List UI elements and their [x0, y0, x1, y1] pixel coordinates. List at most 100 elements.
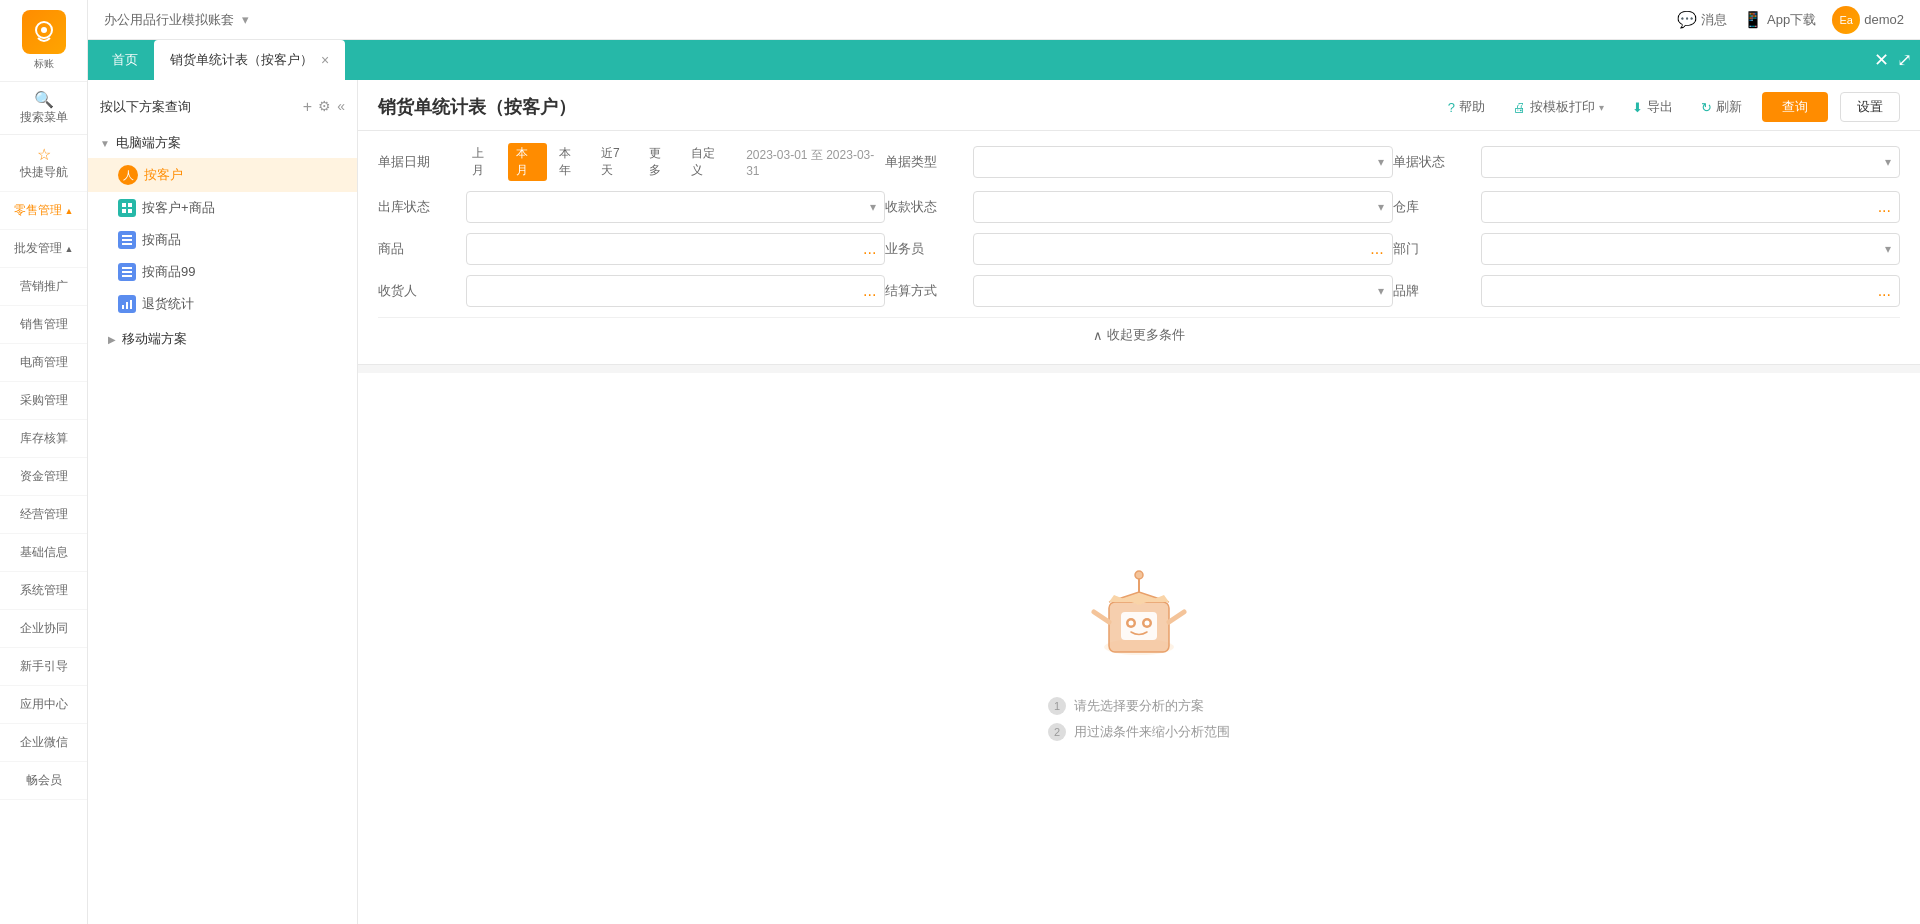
svg-line-26: [1169, 612, 1184, 622]
refresh-btn[interactable]: ↻ 刷新: [1693, 94, 1750, 120]
sidebar-shortcut[interactable]: ☆ 快捷导航: [0, 135, 87, 192]
logo-area: 标账: [0, 0, 87, 82]
last-7-days-btn[interactable]: 近7天: [595, 143, 637, 181]
salesperson-filter: 业务员 ...: [885, 233, 1392, 265]
goods-select[interactable]: ...: [466, 233, 885, 265]
warehouse-select[interactable]: ...: [1481, 191, 1900, 223]
warehouse-filter: 仓库 ...: [1393, 191, 1900, 223]
topbar-left: 办公用品行业模拟账套 ▾: [104, 11, 249, 29]
svg-point-1: [41, 27, 47, 33]
order-type-select[interactable]: ▾: [973, 146, 1392, 178]
order-status-select[interactable]: ▾: [1481, 146, 1900, 178]
salesperson-dots-icon[interactable]: ...: [1370, 240, 1383, 258]
svg-rect-14: [130, 300, 132, 309]
empty-tips: 1 请先选择要分析的方案 2 用过滤条件来缩小分析范围: [1048, 697, 1230, 741]
plan-item-by-customer-goods[interactable]: 按客户+商品: [88, 192, 357, 224]
brand-select[interactable]: ...: [1481, 275, 1900, 307]
this-month-btn[interactable]: 本月: [508, 143, 548, 181]
last-month-btn[interactable]: 上月: [466, 143, 502, 181]
sidebar-item-purchase[interactable]: 采购管理: [0, 382, 87, 420]
settings-plan-icon[interactable]: ⚙: [318, 98, 331, 116]
custom-date-btn[interactable]: 自定义: [685, 143, 732, 181]
tab-home[interactable]: 首页: [96, 40, 154, 80]
collapse-panel-icon[interactable]: «: [337, 98, 345, 116]
svg-rect-7: [122, 239, 132, 241]
sidebar-item-retail[interactable]: 零售管理 ▲: [0, 192, 87, 230]
help-btn[interactable]: ? 帮助: [1440, 94, 1493, 120]
sidebar-item-ecommerce[interactable]: 电商管理: [0, 344, 87, 382]
svg-point-21: [1129, 620, 1134, 625]
sidebar-item-apps[interactable]: 应用中心: [0, 686, 87, 724]
goods-dots-icon[interactable]: ...: [863, 240, 876, 258]
settlement-select[interactable]: ▾: [973, 275, 1392, 307]
sidebar-item-marketing[interactable]: 营销推广: [0, 268, 87, 306]
svg-rect-2: [122, 203, 126, 207]
dept-select[interactable]: ▾: [1481, 233, 1900, 265]
more-date-btn[interactable]: 更多: [643, 143, 679, 181]
mobile-group-title[interactable]: ▶ 移动端方案: [88, 324, 357, 354]
page-title: 销货单统计表（按客户）: [378, 95, 576, 119]
sidebar-item-member[interactable]: 畅会员: [0, 762, 87, 800]
brand-dots-icon[interactable]: ...: [1878, 282, 1891, 300]
sidebar-item-wechat[interactable]: 企业微信: [0, 724, 87, 762]
sidebar-item-guide[interactable]: 新手引导: [0, 648, 87, 686]
consignee-dots-icon[interactable]: ...: [863, 282, 876, 300]
user-menu[interactable]: Ea demo2: [1832, 6, 1904, 34]
sidebar-item-wholesale[interactable]: 批发管理 ▲: [0, 230, 87, 268]
tab-close-icon[interactable]: ×: [321, 52, 329, 68]
user-name: demo2: [1864, 12, 1904, 27]
settlement-label: 结算方式: [885, 282, 965, 300]
desktop-group-title[interactable]: ▼ 电脑端方案: [88, 128, 357, 158]
plan-item-by-customer[interactable]: 人 按客户: [88, 158, 357, 192]
consignee-select[interactable]: ...: [466, 275, 885, 307]
salesperson-label: 业务员: [885, 240, 965, 258]
svg-rect-9: [122, 267, 132, 269]
collapse-btn[interactable]: ∧ 收起更多条件: [378, 317, 1900, 352]
sidebar-item-cooperation[interactable]: 企业协同: [0, 610, 87, 648]
settings-btn[interactable]: 设置: [1840, 92, 1900, 122]
tip-num-1: 1: [1048, 697, 1066, 715]
order-type-filter: 单据类型 ▾: [885, 146, 1392, 178]
date-shortcuts: 上月 本月 本年 近7天 更多 自定义 2023-03-01 至 2023-03…: [466, 143, 885, 181]
sidebar-item-inventory[interactable]: 库存核算: [0, 420, 87, 458]
salesperson-select[interactable]: ...: [973, 233, 1392, 265]
sidebar-search[interactable]: 🔍 搜索菜单: [0, 82, 87, 135]
export-btn[interactable]: ⬇ 导出: [1624, 94, 1681, 120]
query-btn[interactable]: 查询: [1762, 92, 1828, 122]
filter-row-4: 收货人 ... 结算方式 ▾ 品牌: [378, 275, 1900, 307]
avatar: Ea: [1832, 6, 1860, 34]
industry-dropdown-icon[interactable]: ▾: [242, 12, 249, 27]
dept-filter: 部门 ▾: [1393, 233, 1900, 265]
add-plan-icon[interactable]: +: [303, 98, 312, 116]
order-status-label: 单据状态: [1393, 153, 1473, 171]
svg-rect-6: [122, 235, 132, 237]
filter-section: 单据日期 上月 本月 本年 近7天 更多 自定义 2023-03-01 至 20…: [358, 131, 1920, 365]
print-btn[interactable]: 🖨 按模板打印 ▾: [1505, 94, 1612, 120]
maximize-icon[interactable]: ⤢: [1897, 49, 1912, 71]
message-btn[interactable]: 💬 消息: [1677, 10, 1727, 29]
plan-item-by-goods[interactable]: 按商品: [88, 224, 357, 256]
empty-tip-1: 1 请先选择要分析的方案: [1048, 697, 1230, 715]
content: 按以下方案查询 + ⚙ « ▼ 电脑端方案 人 按客户: [88, 80, 1920, 924]
plan-item-by-goods-99[interactable]: 按商品99: [88, 256, 357, 288]
plan-item-return-stats[interactable]: 退货统计: [88, 288, 357, 320]
receipt-status-select[interactable]: ▾: [973, 191, 1392, 223]
empty-tip-2: 2 用过滤条件来缩小分析范围: [1048, 723, 1230, 741]
close-all-icon[interactable]: ✕: [1874, 49, 1889, 71]
sidebar-item-operations[interactable]: 经营管理: [0, 496, 87, 534]
sidebar-item-sales[interactable]: 销售管理: [0, 306, 87, 344]
out-chevron-icon: ▾: [870, 200, 876, 214]
tab-sales-stats[interactable]: 销货单统计表（按客户） ×: [154, 40, 345, 80]
sidebar-item-basic[interactable]: 基础信息: [0, 534, 87, 572]
receipt-chevron-icon: ▾: [1378, 200, 1384, 214]
warehouse-dots-icon[interactable]: ...: [1878, 198, 1891, 216]
sidebar-item-system[interactable]: 系统管理: [0, 572, 87, 610]
app-download-btn[interactable]: 📱 App下载: [1743, 10, 1816, 29]
sidebar-item-finance[interactable]: 资金管理: [0, 458, 87, 496]
svg-rect-5: [128, 209, 132, 213]
date-label: 单据日期: [378, 153, 458, 171]
main-area: 办公用品行业模拟账套 ▾ 💬 消息 📱 App下载 Ea demo2 首页: [88, 0, 1920, 924]
out-status-select[interactable]: ▾: [466, 191, 885, 223]
mobile-arrow-icon: ▶: [108, 334, 116, 345]
this-year-btn[interactable]: 本年: [553, 143, 589, 181]
